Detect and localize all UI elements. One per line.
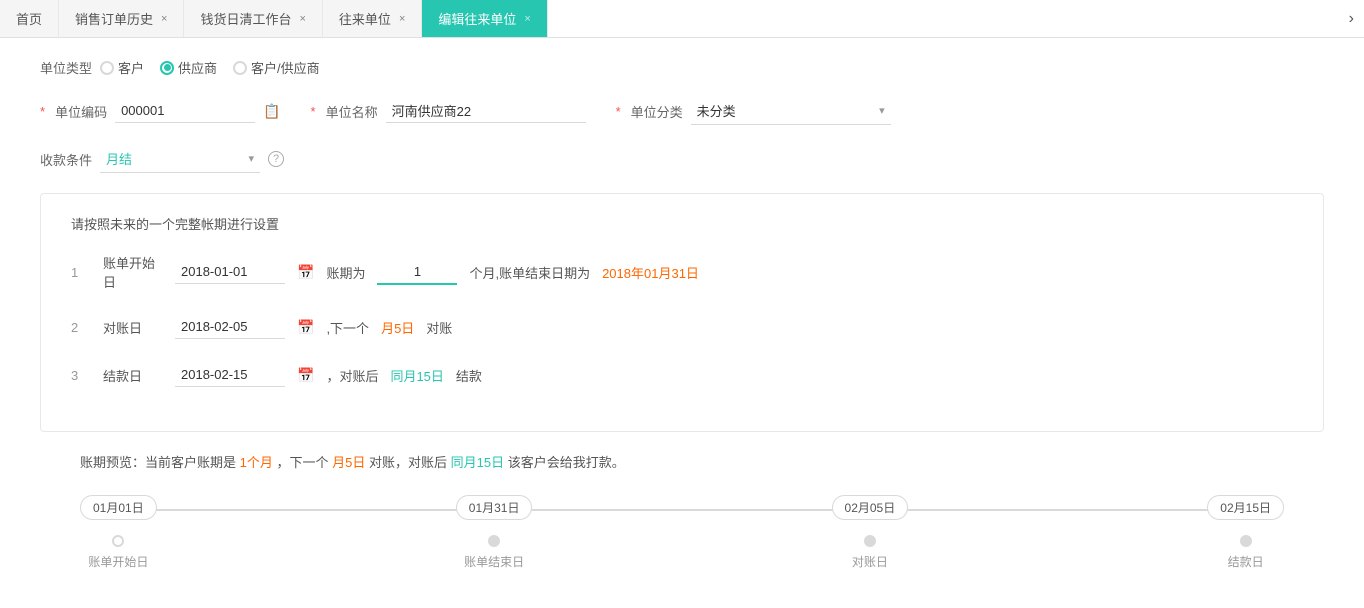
timeline-badge-3: 02月05日 (832, 495, 909, 520)
timeline-sublabel-1: 账单开始日 (88, 553, 148, 570)
chevron-down-icon-2: ▾ (248, 152, 254, 165)
unit-name-field: * 单位名称 (311, 99, 586, 123)
unit-code-field: * 单位编码 📋 (40, 99, 281, 123)
tab-more-button[interactable]: › (1339, 0, 1364, 37)
period-row-2: 2 对账日 📅 ,下一个 月5日 对账 (71, 315, 1293, 339)
chevron-down-icon: ▾ (879, 104, 885, 117)
period-row-3-label: 结款日 (103, 366, 163, 385)
tab-sales-history[interactable]: 销售订单历史 × (59, 0, 184, 37)
period-payment-date-input[interactable] (175, 363, 285, 387)
unit-type-field: 单位类型 客户 供应商 客户/供应商 (40, 58, 320, 77)
unit-name-input[interactable] (386, 99, 586, 123)
radio-circle-customer (100, 61, 114, 75)
period-months-input[interactable] (377, 260, 457, 285)
unit-code-required-star: * (40, 104, 45, 119)
timeline-sublabel-3: 对账日 (852, 553, 888, 570)
period-reconcile-date-input[interactable] (175, 315, 285, 339)
period-row-3-num: 3 (71, 368, 91, 383)
close-tab-partner[interactable]: × (399, 13, 405, 25)
timeline-sublabel-2: 账单结束日 (464, 553, 524, 570)
unit-code-calendar-icon[interactable]: 📋 (263, 103, 280, 120)
preview-label: 账期预览：当前客户账期是 (80, 455, 236, 470)
timeline-point-1: 01月01日 账单开始日 (80, 495, 157, 570)
tab-bar: 首页 销售订单历史 × 钱货日清工作台 × 往来单位 × 编辑往来单位 × › (0, 0, 1364, 38)
main-content: 单位类型 客户 供应商 客户/供应商 * 单位编码 (0, 38, 1364, 608)
tab-cash-work[interactable]: 钱货日清工作台 × (184, 0, 322, 37)
period-row-1-desc-prefix: 账期为 (326, 263, 365, 282)
unit-type-radio-group: 客户 供应商 客户/供应商 (100, 58, 320, 77)
period-row-2-label: 对账日 (103, 318, 163, 337)
timeline-dot-4 (1240, 535, 1252, 547)
timeline-sublabel-4: 结款日 (1228, 553, 1264, 570)
timeline-container: 01月01日 账单开始日 01月31日 账单结束日 02月05日 对账日 02月… (40, 495, 1324, 570)
period-row-2-num: 2 (71, 320, 91, 335)
preview-months: 1个月 (240, 455, 273, 470)
radio-both[interactable]: 客户/供应商 (233, 58, 320, 77)
preview-section: 账期预览：当前客户账期是 1个月 ，下一个 月5日 对账，对账后 同月15日 该… (40, 452, 1324, 471)
period-row-1: 1 账单开始日 📅 账期为 个月,账单结束日期为 2018年01月31日 (71, 253, 1293, 291)
period-row-2-desc2: 对账 (426, 318, 452, 337)
radio-customer[interactable]: 客户 (100, 58, 144, 77)
radio-supplier[interactable]: 供应商 (160, 58, 217, 77)
unit-info-row: * 单位编码 📋 * 单位名称 * 单位分类 未分类 ▾ (40, 97, 1324, 125)
timeline-point-4: 02月15日 结款日 (1207, 495, 1284, 570)
period-row-2-highlight: 月5日 (381, 318, 414, 337)
close-tab-sales-history[interactable]: × (161, 13, 167, 25)
payment-term-value: 月结 (106, 149, 248, 168)
period-row-3-desc2: 结款 (456, 366, 482, 385)
timeline-badge-4: 02月15日 (1207, 495, 1284, 520)
close-tab-cash-work[interactable]: × (299, 13, 305, 25)
period-settings-box: 请按照未来的一个完整帐期进行设置 1 账单开始日 📅 账期为 个月,账单结束日期… (40, 193, 1324, 432)
period-row-3-desc: ，对账后 (326, 366, 378, 385)
timeline-points: 01月01日 账单开始日 01月31日 账单结束日 02月05日 对账日 02月… (80, 495, 1284, 570)
preview-payment-day: 同月15日 (451, 455, 504, 470)
unit-code-input[interactable] (115, 99, 255, 123)
timeline-point-3: 02月05日 对账日 (832, 495, 909, 570)
tab-edit-partner[interactable]: 编辑往来单位 × (422, 0, 547, 37)
unit-type-label: 单位类型 (40, 58, 92, 77)
period-row-1-label: 账单开始日 (103, 253, 163, 291)
timeline-dot-2 (488, 535, 500, 547)
period-row-3: 3 结款日 📅 ，对账后 同月15日 结款 (71, 363, 1293, 387)
payment-term-field: 收款条件 月结 ▾ ? (40, 145, 284, 173)
period-row-3-highlight: 同月15日 (390, 366, 443, 385)
period-payment-calendar-icon[interactable]: 📅 (297, 367, 314, 384)
timeline-badge-1: 01月01日 (80, 495, 157, 520)
payment-term-label: 收款条件 (40, 150, 92, 169)
preview-end: 该客户会给我打款。 (508, 455, 625, 470)
close-tab-edit-partner[interactable]: × (524, 13, 530, 25)
unit-category-field: * 单位分类 未分类 ▾ (616, 97, 891, 125)
unit-category-label: 单位分类 (631, 102, 683, 121)
payment-term-dropdown[interactable]: 月结 ▾ (100, 145, 260, 173)
unit-name-label: 单位名称 (326, 102, 378, 121)
preview-mid1: ，下一个 (277, 455, 329, 470)
payment-term-row: 收款条件 月结 ▾ ? (40, 145, 1324, 173)
period-row-1-num: 1 (71, 265, 91, 280)
timeline-badge-2: 01月31日 (456, 495, 533, 520)
help-icon[interactable]: ? (268, 151, 284, 167)
preview-reconcile-day: 月5日 (332, 455, 365, 470)
period-start-date-calendar-icon[interactable]: 📅 (297, 264, 314, 281)
unit-category-dropdown[interactable]: 未分类 ▾ (691, 97, 891, 125)
period-row-1-desc-suffix: 个月,账单结束日期为 (469, 263, 590, 282)
tab-home[interactable]: 首页 (0, 0, 59, 37)
period-row-2-desc: ,下一个 (326, 318, 369, 337)
tab-partner[interactable]: 往来单位 × (323, 0, 422, 37)
timeline-dot-3 (864, 535, 876, 547)
unit-name-required-star: * (311, 104, 316, 119)
unit-type-row: 单位类型 客户 供应商 客户/供应商 (40, 58, 1324, 77)
period-start-date-input[interactable] (175, 260, 285, 284)
unit-category-required-star: * (616, 104, 621, 119)
radio-circle-both (233, 61, 247, 75)
period-end-date-highlight: 2018年01月31日 (602, 263, 699, 282)
radio-circle-supplier (160, 61, 174, 75)
timeline-dot-1 (112, 535, 124, 547)
unit-code-label: 单位编码 (55, 102, 107, 121)
period-reconcile-calendar-icon[interactable]: 📅 (297, 319, 314, 336)
timeline-point-2: 01月31日 账单结束日 (456, 495, 533, 570)
unit-category-value: 未分类 (697, 101, 879, 120)
preview-mid2: 对账，对账后 (369, 455, 447, 470)
period-box-title: 请按照未来的一个完整帐期进行设置 (71, 214, 1293, 233)
